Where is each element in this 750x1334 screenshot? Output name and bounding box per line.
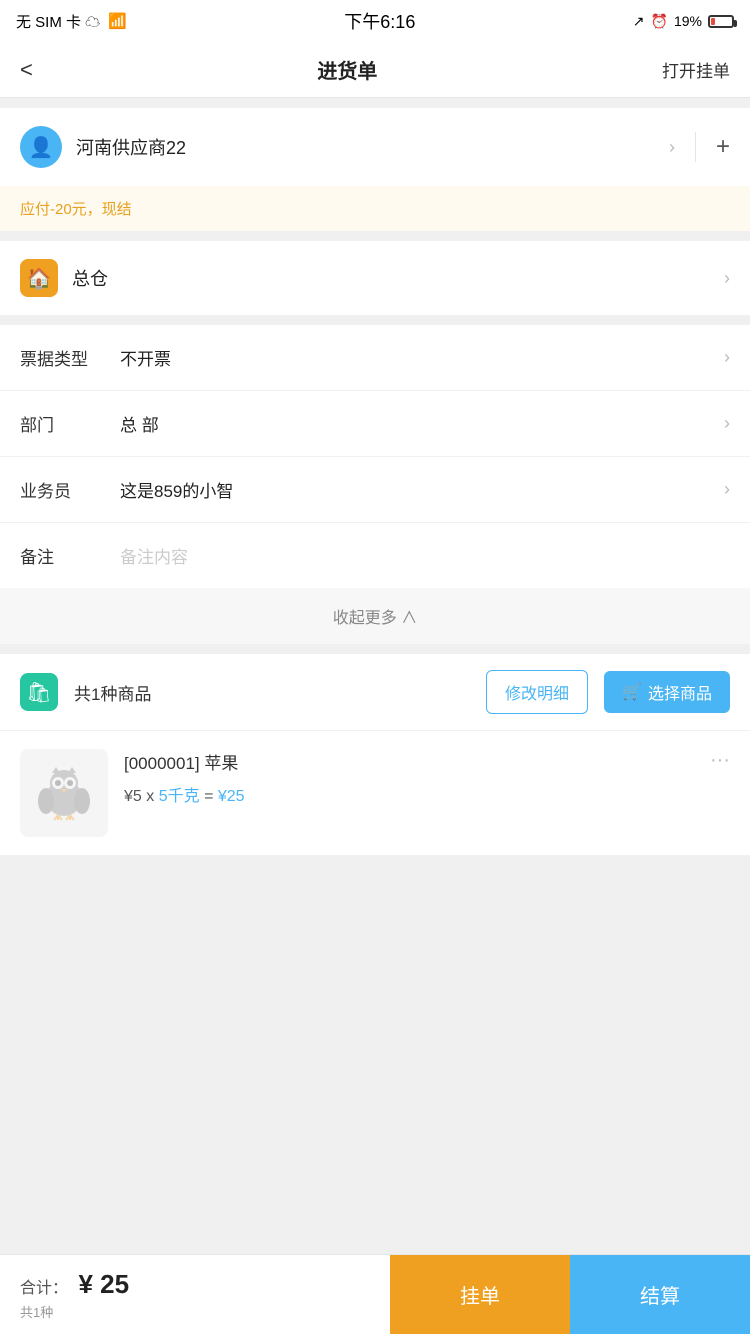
- home-icon: 🏠: [27, 266, 52, 291]
- add-icon[interactable]: +: [716, 133, 730, 161]
- warehouse-name: 总仓: [72, 265, 724, 291]
- ticket-label: 票据类型: [20, 345, 110, 370]
- sim-text: 无 SIM 卡 ☁: [16, 11, 100, 32]
- divider-3: [0, 315, 750, 325]
- dept-row[interactable]: 部门 总 部 ›: [0, 391, 750, 457]
- bag-icon: 🛍: [26, 680, 51, 705]
- collapse-more-button[interactable]: 收起更多 ∧: [0, 588, 750, 644]
- edit-detail-button[interactable]: 修改明细: [486, 670, 588, 714]
- product-code: [0000001]: [124, 754, 200, 773]
- product-name: 苹果: [204, 754, 238, 773]
- vertical-divider: [695, 132, 696, 162]
- supplier-row[interactable]: 👤 河南供应商22 › +: [0, 108, 750, 186]
- location-icon: ↗: [633, 13, 645, 30]
- divider-1: [0, 98, 750, 108]
- supplier-chevron-icon: ›: [669, 137, 675, 158]
- salesperson-value: 这是859的小智: [120, 477, 724, 502]
- quantity: 5千克: [159, 788, 200, 805]
- wifi-icon: 📶: [108, 12, 127, 30]
- hang-button[interactable]: 挂单: [390, 1255, 570, 1334]
- total-amount: ¥ 25: [78, 1269, 129, 1299]
- more-options-button[interactable]: ···: [700, 749, 730, 772]
- divider-5: [0, 855, 750, 865]
- product-thumbnail: [20, 749, 108, 837]
- page-title: 进货单: [317, 55, 377, 84]
- total-label: 合计：: [20, 1280, 68, 1297]
- product-header: 🛍 共1种商品 修改明细 🛒 选择商品: [0, 654, 750, 730]
- product-section-icon: 🛍: [20, 673, 58, 711]
- status-left: 无 SIM 卡 ☁ 📶: [16, 11, 127, 32]
- divider-2: [0, 231, 750, 241]
- warehouse-section: 🏠 总仓 ›: [0, 241, 750, 315]
- cart-icon: 🛒: [622, 682, 642, 702]
- warehouse-icon: 🏠: [20, 259, 58, 297]
- dept-chevron-icon: ›: [724, 413, 730, 434]
- battery-pct: 19%: [674, 13, 702, 29]
- price-separator: x: [146, 788, 158, 805]
- dept-value: 总 部: [120, 411, 724, 436]
- warehouse-row[interactable]: 🏠 总仓 ›: [0, 241, 750, 315]
- dept-label: 部门: [20, 411, 110, 436]
- form-section: 票据类型 不开票 › 部门 总 部 › 业务员 这是859的小智 › 备注 备注…: [0, 325, 750, 588]
- total-count: 共1种: [20, 1302, 370, 1321]
- product-count: 共1种商品: [74, 680, 470, 705]
- divider-4: [0, 644, 750, 654]
- salesperson-chevron-icon: ›: [724, 479, 730, 500]
- total-section: 合计： ¥ 25 共1种: [0, 1269, 390, 1321]
- warehouse-chevron-icon: ›: [724, 268, 730, 289]
- status-bar: 无 SIM 卡 ☁ 📶 下午6:16 ↗ ⏰ 19%: [0, 0, 750, 42]
- select-product-button[interactable]: 🛒 选择商品: [604, 671, 730, 713]
- supplier-name: 河南供应商22: [76, 134, 669, 160]
- supplier-avatar: 👤: [20, 126, 62, 168]
- remark-row[interactable]: 备注 备注内容: [0, 523, 750, 588]
- back-button[interactable]: <: [20, 57, 33, 83]
- open-hang-button[interactable]: 打开挂单: [662, 57, 730, 82]
- user-icon: 👤: [29, 135, 54, 160]
- bottom-bar: 合计： ¥ 25 共1种 挂单 结算: [0, 1254, 750, 1334]
- status-time: 下午6:16: [344, 8, 415, 34]
- salesperson-label: 业务员: [20, 477, 110, 502]
- ticket-row[interactable]: 票据类型 不开票 ›: [0, 325, 750, 391]
- unit-price: ¥5: [124, 788, 142, 805]
- product-price-row: ¥5 x 5千克 = ¥25: [124, 782, 700, 806]
- ticket-value: 不开票: [120, 345, 724, 370]
- supplier-section: 👤 河南供应商22 › + 应付-20元，现结: [0, 108, 750, 231]
- select-product-label: 选择商品: [648, 680, 712, 704]
- supplier-actions: › +: [669, 132, 730, 162]
- total-row: 合计： ¥ 25: [20, 1269, 370, 1300]
- notice-bar: 应付-20元，现结: [0, 186, 750, 231]
- item-total: ¥25: [218, 788, 245, 805]
- product-details: [0000001] 苹果 ¥5 x 5千克 = ¥25: [124, 749, 700, 806]
- nav-bar: < 进货单 打开挂单: [0, 42, 750, 98]
- alarm-icon: ⏰: [651, 13, 668, 30]
- product-title: [0000001] 苹果: [124, 749, 700, 774]
- bottom-spacer: [0, 865, 750, 945]
- salesperson-row[interactable]: 业务员 这是859的小智 ›: [0, 457, 750, 523]
- owl-logo: [34, 763, 94, 823]
- status-right: ↗ ⏰ 19%: [633, 13, 734, 30]
- equals-sign: =: [204, 788, 218, 805]
- settle-button[interactable]: 结算: [570, 1255, 750, 1334]
- product-item: [0000001] 苹果 ¥5 x 5千克 = ¥25 ···: [0, 730, 750, 855]
- remark-input[interactable]: 备注内容: [120, 543, 730, 568]
- battery-icon: [708, 15, 734, 28]
- remark-label: 备注: [20, 543, 110, 568]
- ticket-chevron-icon: ›: [724, 347, 730, 368]
